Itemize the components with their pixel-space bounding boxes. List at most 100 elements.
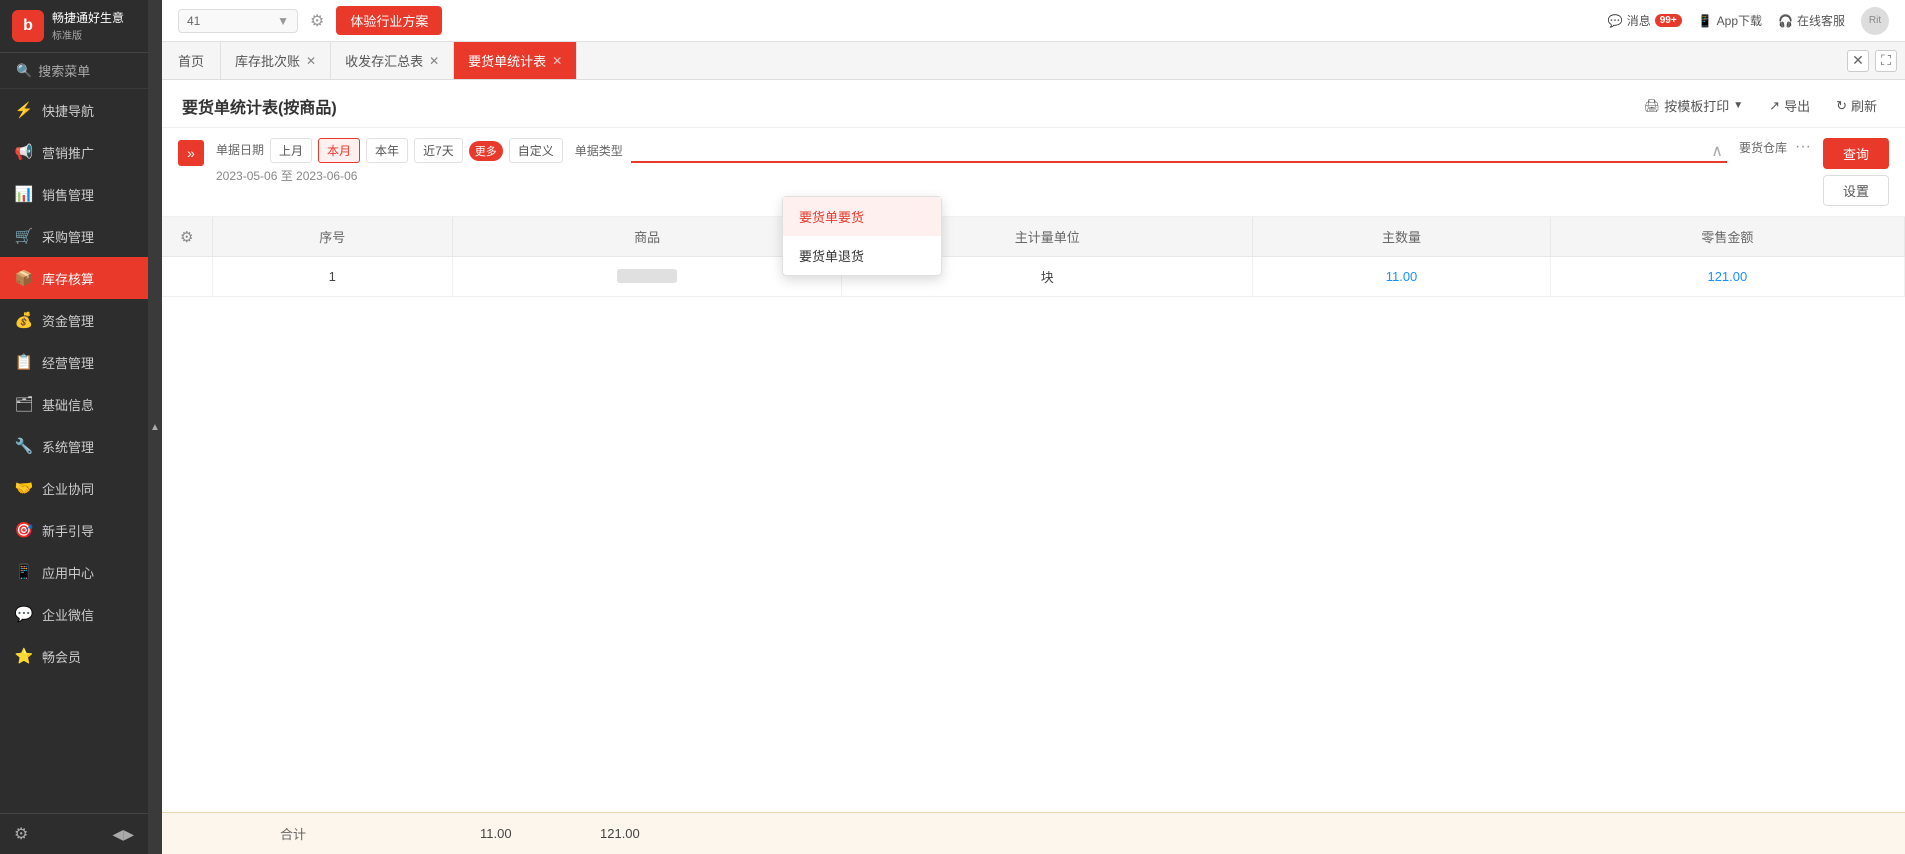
type-filter-group: 单据类型 ∧ (575, 138, 1727, 163)
filter-actions: 查询 设置 (1823, 138, 1889, 206)
trial-button[interactable]: 体验行业方案 (336, 6, 442, 35)
quick-nav-icon: ⚡ (14, 100, 34, 120)
dropdown-item-order[interactable]: 要货单要货 (783, 197, 941, 236)
sidebar-item-wechat[interactable]: 💬 企业微信 (0, 593, 148, 635)
sidebar-item-marketing[interactable]: 📢 营销推广 (0, 131, 148, 173)
user-avatar[interactable]: Rit (1861, 7, 1889, 35)
th-settings: ⚙ (162, 217, 212, 257)
date-btn-recent7[interactable]: 近7天 (414, 138, 463, 163)
messages-button[interactable]: 💬 消息 99+ (1608, 12, 1682, 29)
page-title: 要货单统计表(按商品) (182, 94, 337, 118)
refresh-button[interactable]: ↻ 刷新 (1828, 92, 1885, 119)
sidebar-item-app-center[interactable]: 📱 应用中心 (0, 551, 148, 593)
table-wrap: ⚙ 序号 商品 主计量单位 主数量 (162, 217, 1905, 812)
sidebar-item-label: 采购管理 (42, 227, 94, 246)
query-button[interactable]: 查询 (1823, 138, 1889, 169)
app-name: 畅捷通好生意 (52, 10, 124, 27)
app-center-icon: 📱 (14, 562, 34, 582)
print-button[interactable]: 🖨 按模板打印 ▼ (1636, 92, 1751, 119)
sidebar-item-operation[interactable]: 📋 经营管理 (0, 341, 148, 383)
date-btn-last-month[interactable]: 上月 (270, 138, 312, 163)
tab-inventory-batch-close[interactable]: ✕ (306, 54, 316, 68)
company-selector[interactable]: 41 ▼ (178, 9, 298, 33)
date-filter-row: 单据日期 上月 本月 本年 近7天 更多 自定义 (216, 138, 563, 163)
messages-label: 消息 (1627, 12, 1651, 29)
more-badge[interactable]: 更多 (469, 141, 503, 161)
warehouse-more-icon[interactable]: ··· (1795, 138, 1811, 156)
tab-receivable-summary[interactable]: 收发存汇总表 ✕ (331, 42, 454, 79)
sidebar-scroll-button[interactable]: ▲ (148, 0, 162, 854)
sidebar-item-label: 新手引导 (42, 521, 94, 540)
tab-order-stats-close[interactable]: ✕ (552, 54, 562, 68)
footer-label: 合计 (280, 827, 306, 842)
tab-inventory-batch[interactable]: 库存批次账 ✕ (221, 42, 331, 79)
th-qty: 主数量 (1253, 217, 1550, 257)
tabs-close-all-button[interactable]: ✕ (1847, 50, 1869, 72)
logo-icon: b (12, 10, 44, 42)
purchase-icon: 🛒 (14, 226, 34, 246)
maximize-icon: ⛶ (1881, 52, 1891, 69)
warehouse-filter-group: 要货仓库 ··· (1739, 138, 1811, 156)
sidebar-item-system[interactable]: 🔧 系统管理 (0, 425, 148, 467)
sidebar-item-sales[interactable]: 📊 销售管理 (0, 173, 148, 215)
sidebar-item-finance[interactable]: 💰 资金管理 (0, 299, 148, 341)
logo-text-block: 畅捷通好生意 标准版 (52, 10, 124, 42)
row-settings-cell (162, 257, 212, 297)
export-label: 导出 (1784, 96, 1810, 115)
app-download-button[interactable]: 📱 App下载 (1698, 12, 1762, 29)
sidebar-item-members[interactable]: ⭐ 畅会员 (0, 635, 148, 677)
column-settings-icon[interactable]: ⚙ (180, 229, 193, 246)
sidebar-item-enterprise[interactable]: 🤝 企业协同 (0, 467, 148, 509)
sidebar-collapse-icon[interactable]: ◀▶ (112, 826, 134, 843)
row-seq: 1 (212, 257, 453, 297)
topbar-settings-icon[interactable]: ⚙ (310, 11, 324, 31)
close-all-icon: ✕ (1852, 52, 1864, 69)
sidebar-item-basic[interactable]: 🗂 基础信息 (0, 383, 148, 425)
online-service-button[interactable]: 🎧 在线客服 (1778, 12, 1845, 29)
row-amount-link[interactable]: 121.00 (1707, 269, 1747, 284)
filter-settings-button[interactable]: 设置 (1823, 175, 1889, 206)
sidebar-item-guide[interactable]: 🎯 新手引导 (0, 509, 148, 551)
footer-label-cell: 合计 (266, 824, 466, 843)
footer-qty: 11.00 (480, 826, 512, 841)
th-amount: 零售金额 (1550, 217, 1904, 257)
export-button[interactable]: ↗ 导出 (1761, 92, 1818, 119)
page-header: 要货单统计表(按商品) 🖨 按模板打印 ▼ ↗ 导出 ↻ 刷新 (162, 80, 1905, 128)
th-seq: 序号 (212, 217, 453, 257)
sidebar-item-label: 营销推广 (42, 143, 94, 162)
inventory-icon: 📦 (14, 268, 34, 288)
footer-amount: 121.00 (600, 826, 640, 841)
tab-receivable-summary-close[interactable]: ✕ (429, 54, 439, 68)
tab-home[interactable]: 首页 (162, 42, 221, 79)
row-qty-link[interactable]: 11.00 (1386, 269, 1418, 284)
messages-badge: 99+ (1655, 14, 1682, 27)
filter-bar: » 单据日期 上月 本月 本年 近7天 更多 自定义 2023-05-06 至 … (162, 128, 1905, 217)
date-btn-custom[interactable]: 自定义 (509, 138, 563, 163)
expand-button[interactable]: » (178, 140, 204, 166)
tabs-bar: 首页 库存批次账 ✕ 收发存汇总表 ✕ 要货单统计表 ✕ ✕ ⛶ (162, 42, 1905, 80)
sidebar-nav: ⚡ 快捷导航 📢 营销推广 📊 销售管理 🛒 采购管理 📦 库存核算 💰 资金管… (0, 89, 148, 813)
online-service-label: 在线客服 (1797, 12, 1845, 29)
sidebar-item-label: 基础信息 (42, 395, 94, 414)
search-icon: 🔍 (16, 63, 32, 79)
sidebar-item-quick-nav[interactable]: ⚡ 快捷导航 (0, 89, 148, 131)
marketing-icon: 📢 (14, 142, 34, 162)
sidebar-item-label: 快捷导航 (42, 101, 94, 120)
type-filter-input[interactable] (631, 138, 1727, 163)
sidebar: b 畅捷通好生意 标准版 🔍 搜索菜单 ⚡ 快捷导航 📢 营销推广 📊 销售管理… (0, 0, 148, 854)
date-range-display: 2023-05-06 至 2023-06-06 (216, 167, 563, 184)
sidebar-item-inventory[interactable]: 📦 库存核算 (0, 257, 148, 299)
sidebar-item-label: 企业协同 (42, 479, 94, 498)
app-download-label: App下载 (1717, 12, 1762, 29)
sidebar-settings-icon[interactable]: ⚙ (14, 824, 28, 844)
tabs-maximize-button[interactable]: ⛶ (1875, 50, 1897, 72)
sidebar-search[interactable]: 🔍 搜索菜单 (0, 53, 148, 89)
message-icon: 💬 (1608, 14, 1623, 28)
date-btn-this-year[interactable]: 本年 (366, 138, 408, 163)
dropdown-item-return[interactable]: 要货单退货 (783, 236, 941, 275)
print-chevron-icon: ▼ (1733, 100, 1743, 111)
date-btn-this-month[interactable]: 本月 (318, 138, 360, 163)
tab-order-stats[interactable]: 要货单统计表 ✕ (454, 42, 577, 79)
type-filter-clear-icon[interactable]: ∧ (1711, 141, 1723, 161)
sidebar-item-purchase[interactable]: 🛒 采购管理 (0, 215, 148, 257)
